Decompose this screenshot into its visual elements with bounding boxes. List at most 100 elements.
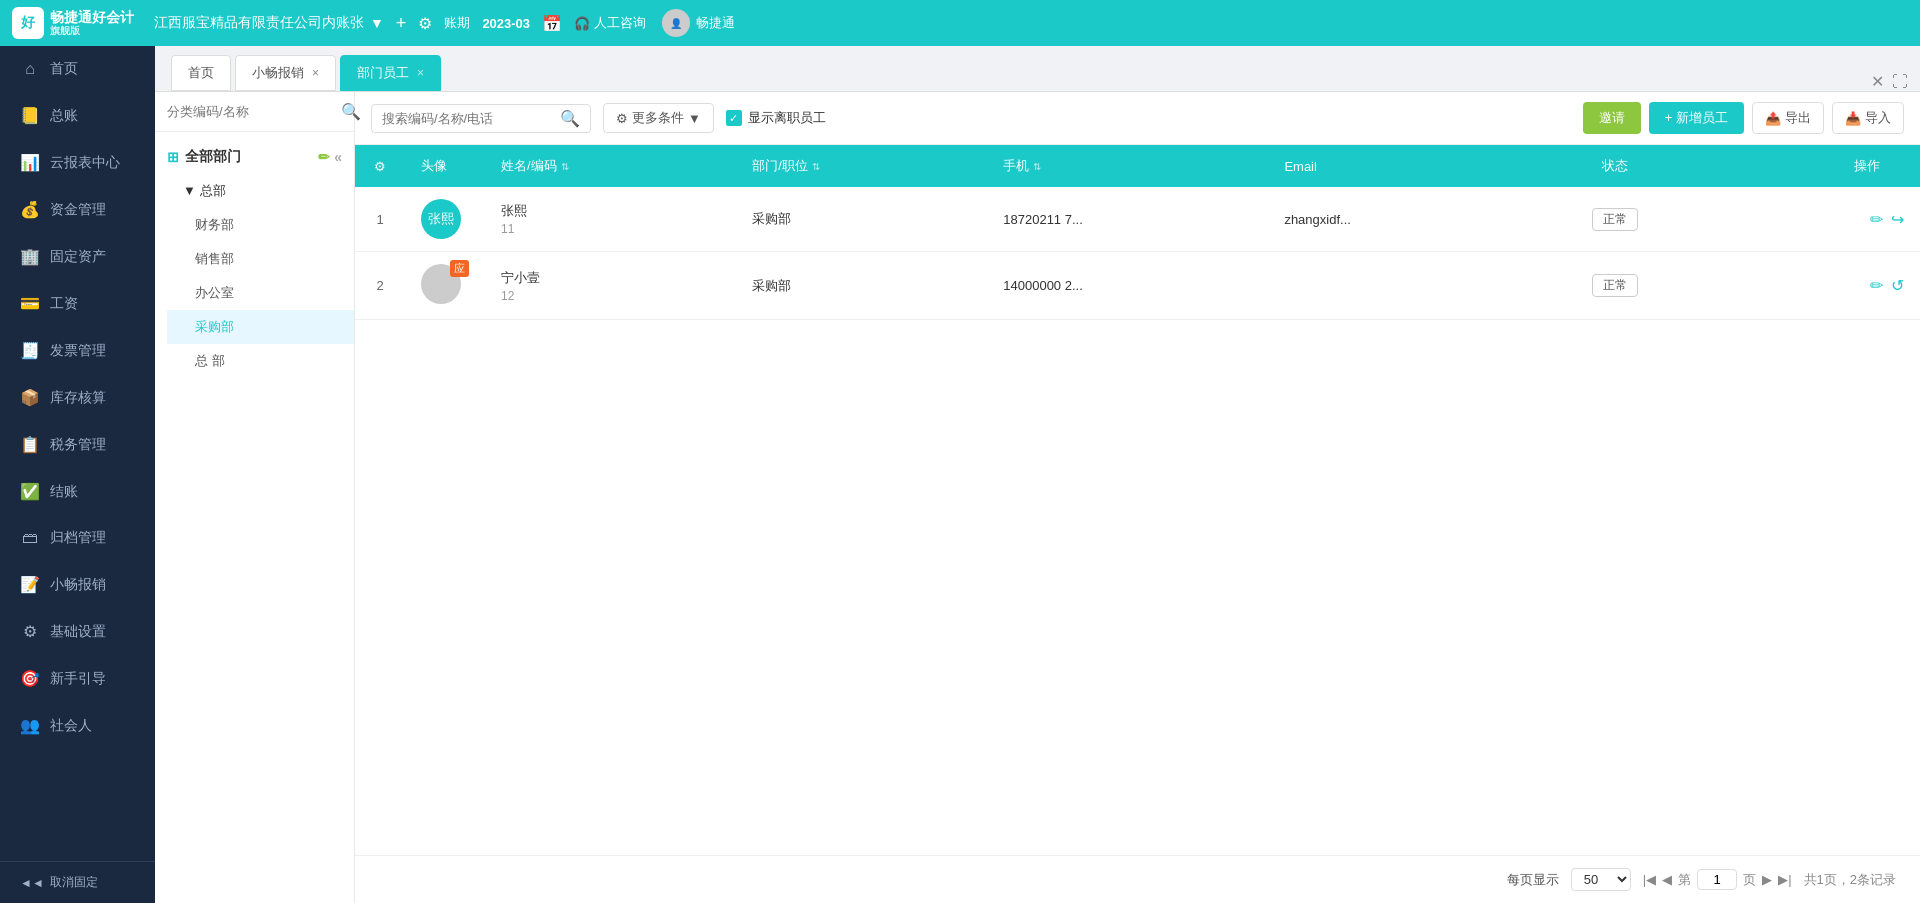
show-resigned-label: 显示离职员工 (748, 109, 826, 127)
dept-search-input[interactable] (167, 104, 335, 119)
logout-icon[interactable]: ↪ (1891, 210, 1904, 229)
cell-phone: 14000000 2... (987, 252, 1268, 320)
archive-icon: 🗃 (20, 529, 40, 547)
page-content: 🔍 ⊞ 全部部门 ✏ « (155, 92, 1920, 903)
last-page-icon[interactable]: ▶| (1778, 872, 1791, 887)
reports-icon: 📊 (20, 153, 40, 172)
sidebar-item-settings[interactable]: ⚙ 基础设置 (0, 608, 155, 655)
top-bar: 好 畅捷通好会计 旗舰版 江西服宝精品有限责任公司内账张 ▼ + ⚙ 账期 20… (0, 0, 1920, 46)
company-selector[interactable]: 江西服宝精品有限责任公司内账张 ▼ (154, 14, 384, 32)
sidebar-item-tax[interactable]: 📋 税务管理 (0, 421, 155, 468)
sidebar-item-salary[interactable]: 💳 工资 (0, 280, 155, 327)
sidebar-item-closing[interactable]: ✅ 结账 (0, 468, 155, 515)
import-label: 导入 (1865, 109, 1891, 127)
edit-icon[interactable]: ✏ (1870, 210, 1883, 229)
pagination: 每页显示 50 10 20 100 |◀ ◀ 第 页 ▶ ▶| (355, 855, 1920, 903)
sidebar-item-invoice[interactable]: 🧾 发票管理 (0, 327, 155, 374)
next-page-icon[interactable]: ▶ (1762, 872, 1772, 887)
refresh-icon[interactable]: ↺ (1891, 276, 1904, 295)
add-employee-button[interactable]: + 新增员工 (1649, 102, 1744, 134)
all-dept-label: 全部部门 (185, 148, 241, 166)
user-info[interactable]: 👤 畅捷通 (662, 9, 735, 37)
sidebar-item-partner[interactable]: 👥 社会人 (0, 702, 155, 749)
th-dept[interactable]: 部门/职位 ⇅ (736, 145, 987, 187)
inventory-icon: 📦 (20, 388, 40, 407)
add-icon[interactable]: + (396, 13, 407, 34)
pin-icon: ◄◄ (20, 876, 44, 890)
checkbox-icon: ✓ (726, 110, 742, 126)
dept-item-office[interactable]: 办公室 (167, 276, 354, 310)
unpin-button[interactable]: ◄◄ 取消固定 (0, 861, 155, 903)
sidebar-label-salary: 工资 (50, 295, 78, 313)
chevron-down-icon: ▼ (370, 15, 384, 31)
calendar-icon[interactable]: 📅 (542, 14, 562, 33)
sidebar-label-assets: 固定资产 (50, 248, 106, 266)
dept-item-general[interactable]: 总 部 (167, 344, 354, 378)
emp-tag: 应 (450, 260, 469, 277)
status-badge: 正常 (1592, 208, 1638, 231)
filter-icon: ⚙ (616, 111, 628, 126)
sidebar-label-reports: 云报表中心 (50, 154, 120, 172)
sidebar-item-funds[interactable]: 💰 资金管理 (0, 186, 155, 233)
sidebar-item-ledger[interactable]: 📒 总账 (0, 92, 155, 139)
dept-item-sales[interactable]: 销售部 (167, 242, 354, 276)
tab-xiaochang-expense[interactable]: 小畅报销 × (235, 55, 336, 91)
sidebar-label-xiaochang: 小畅报销 (50, 576, 106, 594)
tab-dept-employee[interactable]: 部门员工 × (340, 55, 441, 91)
cell-phone: 18720211 7... (987, 187, 1268, 252)
sidebar-item-reports[interactable]: 📊 云报表中心 (0, 139, 155, 186)
tab-home[interactable]: 首页 (171, 55, 231, 91)
tab-bar: 首页 小畅报销 × 部门员工 × ✕ ⛶ (155, 46, 1920, 92)
all-dept-header[interactable]: ⊞ 全部部门 ✏ « (155, 140, 354, 174)
logo-icon: 好 (12, 7, 44, 39)
top-bar-right: 🎧 人工咨询 👤 畅捷通 (574, 9, 735, 37)
th-phone[interactable]: 手机 ⇅ (987, 145, 1268, 187)
dept-item-headquarters[interactable]: ▼总部 (167, 174, 354, 208)
prev-page-icon[interactable]: ◀ (1662, 872, 1672, 887)
maximize-icon[interactable]: ⛶ (1892, 73, 1908, 91)
tab-close-dept[interactable]: × (417, 66, 424, 80)
edit-icon[interactable]: ✏ (1870, 276, 1883, 295)
close-icon[interactable]: ✕ (1871, 72, 1884, 91)
dept-item-procurement[interactable]: 采购部 (167, 310, 354, 344)
th-name[interactable]: 姓名/编码 ⇅ (485, 145, 736, 187)
sort-name-icon: ⇅ (561, 161, 569, 172)
employee-search-box: 🔍 (371, 104, 591, 133)
tab-close-xiaochang[interactable]: × (312, 66, 319, 80)
total-records: 共1页，2条记录 (1804, 871, 1896, 889)
th-status: 状态 (1517, 145, 1714, 187)
first-page-icon[interactable]: |◀ (1643, 872, 1656, 887)
chevron-down-icon: ▼ (688, 111, 701, 126)
th-settings[interactable]: ⚙ (355, 145, 405, 187)
support-button[interactable]: 🎧 人工咨询 (574, 14, 646, 32)
collapse-icon[interactable]: « (334, 149, 342, 165)
company-name: 江西服宝精品有限责任公司内账张 (154, 14, 364, 32)
closing-icon: ✅ (20, 482, 40, 501)
export-label: 导出 (1785, 109, 1811, 127)
import-button[interactable]: 📥 导入 (1832, 102, 1904, 134)
page-number-input[interactable] (1697, 869, 1737, 890)
export-button[interactable]: 📤 导出 (1752, 102, 1824, 134)
table-row: 2 应 宁小壹 (355, 252, 1920, 320)
grid-icon: ⊞ (167, 149, 179, 165)
sidebar-item-xiaochang[interactable]: 📝 小畅报销 (0, 561, 155, 608)
invite-button[interactable]: 邀请 (1583, 102, 1641, 134)
edit-dept-icon[interactable]: ✏ (318, 149, 330, 165)
th-email: Email (1268, 145, 1516, 187)
headset-icon: 🎧 (574, 16, 590, 31)
sidebar-item-home[interactable]: ⌂ 首页 (0, 46, 155, 92)
employee-search-input[interactable] (382, 111, 554, 126)
page-size-select[interactable]: 50 10 20 100 (1571, 868, 1631, 891)
cell-status: 正常 (1517, 187, 1714, 252)
status-badge: 正常 (1592, 274, 1638, 297)
sidebar-item-archive[interactable]: 🗃 归档管理 (0, 515, 155, 561)
sidebar-item-assets[interactable]: 🏢 固定资产 (0, 233, 155, 280)
show-resigned-toggle[interactable]: ✓ 显示离职员工 (726, 109, 826, 127)
avatar: 张熙 (421, 199, 461, 239)
filter-button[interactable]: ⚙ 更多条件 ▼ (603, 103, 714, 133)
dept-item-finance[interactable]: 财务部 (167, 208, 354, 242)
sidebar-item-inventory[interactable]: 📦 库存核算 (0, 374, 155, 421)
settings-icon[interactable]: ⚙ (418, 14, 432, 33)
invite-label: 邀请 (1599, 110, 1625, 125)
sidebar-item-guide[interactable]: 🎯 新手引导 (0, 655, 155, 702)
